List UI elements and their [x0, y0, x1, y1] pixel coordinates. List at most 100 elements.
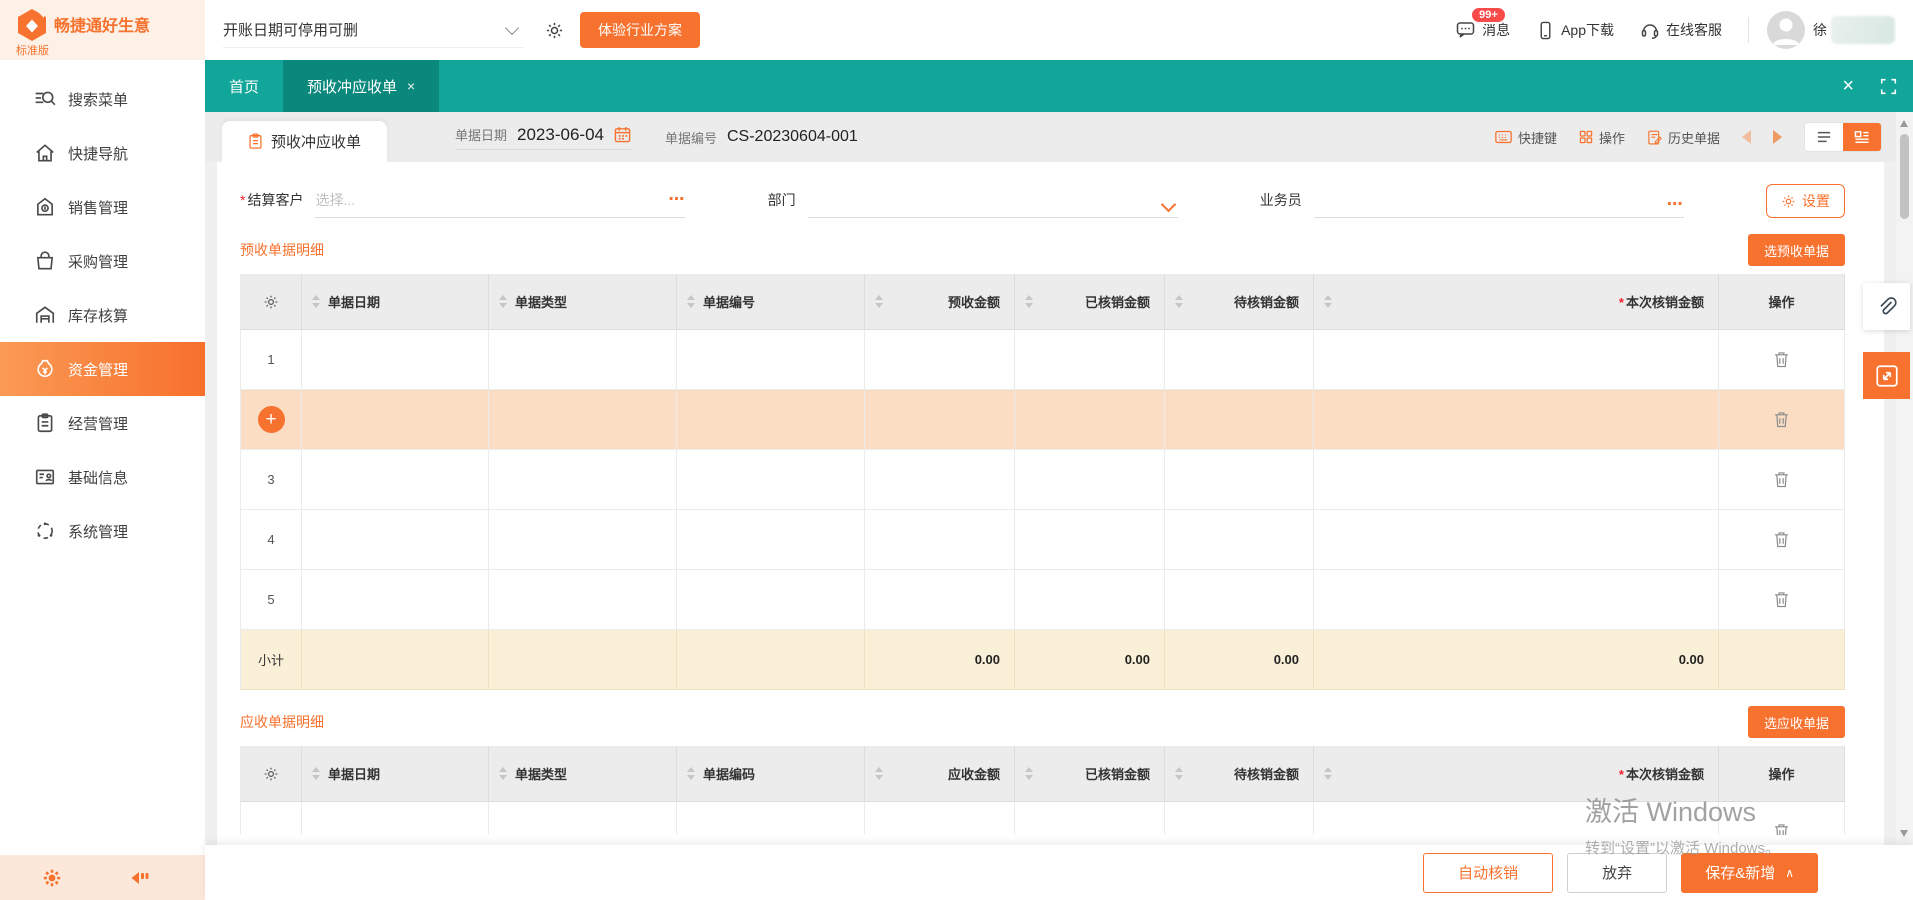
customer-picker-icon[interactable]: ⋯	[668, 195, 685, 205]
cell-doc-type[interactable]	[489, 510, 677, 570]
sort-icons[interactable]	[687, 767, 695, 780]
cell-pending-amount[interactable]	[1165, 390, 1314, 450]
col-doc-no[interactable]: 单据编号	[677, 274, 865, 330]
pick-prepaid-docs-button[interactable]: 选预收单据	[1748, 234, 1845, 266]
sort-icons[interactable]	[1025, 767, 1033, 780]
scroll-up-icon[interactable]	[1900, 120, 1908, 127]
cell-pending-amount[interactable]	[1165, 510, 1314, 570]
cell-current-amount[interactable]	[1314, 510, 1719, 570]
discard-button[interactable]: 放弃	[1567, 853, 1667, 893]
delete-row-icon[interactable]	[1774, 823, 1789, 835]
cell-doc-type[interactable]	[489, 330, 677, 390]
sort-icons[interactable]	[1324, 767, 1332, 780]
cell-current-amount[interactable]	[1314, 390, 1719, 450]
prepaid-row-2-active[interactable]: +	[240, 390, 1845, 450]
topbar-gear-icon[interactable]	[545, 21, 564, 40]
sidebar-item-inventory[interactable]: 库存核算	[0, 288, 205, 342]
pick-receivable-docs-button[interactable]: 选应收单据	[1748, 706, 1845, 738]
cell-pending-amount[interactable]	[1165, 802, 1314, 835]
cell-writtenoff-amount[interactable]	[1015, 450, 1165, 510]
operations-menu-button[interactable]: 操作	[1579, 128, 1625, 147]
expand-panel-button[interactable]	[1863, 352, 1910, 399]
card-view-toggle[interactable]	[1843, 123, 1881, 151]
scrollbar-thumb[interactable]	[1900, 134, 1909, 219]
prepaid-row-4[interactable]: 4	[240, 510, 1845, 570]
prepaid-row-3[interactable]: 3	[240, 450, 1845, 510]
cell-pending-amount[interactable]	[1165, 450, 1314, 510]
column-settings-gear-icon[interactable]	[240, 274, 302, 330]
tab-close-icon[interactable]: ×	[407, 79, 415, 93]
col-doc-date[interactable]: 单据日期	[302, 274, 489, 330]
cell-doc-no[interactable]	[677, 390, 865, 450]
messages-button[interactable]: 消息 99+	[1456, 20, 1510, 40]
cell-doc-date[interactable]	[302, 570, 489, 630]
history-docs-button[interactable]: 历史单据	[1647, 128, 1720, 147]
list-view-toggle[interactable]	[1805, 123, 1843, 151]
auto-writeoff-button[interactable]: 自动核销	[1423, 853, 1553, 893]
vertical-scrollbar[interactable]	[1896, 112, 1913, 845]
col-doc-date[interactable]: 单据日期	[302, 746, 489, 802]
cell-doc-date[interactable]	[302, 802, 489, 835]
delete-row-icon[interactable]	[1774, 411, 1789, 428]
sort-icons[interactable]	[687, 295, 695, 308]
sort-icons[interactable]	[1175, 767, 1183, 780]
cell-prepaid-amount[interactable]	[865, 390, 1015, 450]
attachment-paperclip-button[interactable]	[1863, 283, 1910, 330]
sidebar-item-system[interactable]: 系统管理	[0, 504, 205, 558]
sidebar-settings-gear-icon[interactable]	[42, 868, 62, 888]
sidebar-item-quick-nav[interactable]: 快捷导航	[0, 126, 205, 180]
sidebar-item-operations[interactable]: 经营管理	[0, 396, 205, 450]
cell-doc-date[interactable]	[302, 510, 489, 570]
online-service-button[interactable]: 在线客服	[1640, 20, 1722, 40]
trial-industry-plan-button[interactable]: 体验行业方案	[580, 12, 700, 48]
col-doc-type[interactable]: 单据类型	[489, 746, 677, 802]
cell-prepaid-amount[interactable]	[865, 330, 1015, 390]
cell-prepaid-amount[interactable]	[865, 450, 1015, 510]
salesman-picker-icon[interactable]: ⋯	[1667, 200, 1684, 210]
cell-doc-type[interactable]	[489, 802, 677, 835]
cell-current-amount[interactable]	[1314, 570, 1719, 630]
cell-doc-date[interactable]	[302, 330, 489, 390]
cell-doc-no[interactable]	[677, 570, 865, 630]
sidebar-item-base-info[interactable]: 基础信息	[0, 450, 205, 504]
cell-writtenoff-amount[interactable]	[1015, 330, 1165, 390]
prepaid-row-1[interactable]: 1	[240, 330, 1845, 390]
cell-receivable-amount[interactable]	[865, 802, 1015, 835]
col-doc-code[interactable]: 单据编码	[677, 746, 865, 802]
col-receivable-amount[interactable]: 应收金额	[865, 746, 1015, 802]
avatar[interactable]	[1767, 11, 1805, 49]
salesman-field-input[interactable]: ⋯	[1314, 200, 1684, 218]
col-pending-amount[interactable]: 待核销金额	[1165, 746, 1314, 802]
sort-icons[interactable]	[312, 295, 320, 308]
cell-writtenoff-amount[interactable]	[1015, 390, 1165, 450]
cell-prepaid-amount[interactable]	[865, 570, 1015, 630]
tab-prepaid-writeoff[interactable]: 预收冲应收单 ×	[283, 60, 439, 112]
receivable-row-1[interactable]	[240, 802, 1845, 835]
cell-writtenoff-amount[interactable]	[1015, 570, 1165, 630]
delete-row-icon[interactable]	[1774, 591, 1789, 608]
sort-icons[interactable]	[1025, 295, 1033, 308]
col-current-writeoff-amount[interactable]: *本次核销金额	[1314, 746, 1719, 802]
cell-pending-amount[interactable]	[1165, 330, 1314, 390]
sidebar-collapse-icon[interactable]	[128, 868, 150, 888]
cell-writtenoff-amount[interactable]	[1015, 802, 1165, 835]
cell-doc-no[interactable]	[677, 330, 865, 390]
col-doc-type[interactable]: 单据类型	[489, 274, 677, 330]
app-download-button[interactable]: App下载	[1536, 20, 1614, 40]
cell-current-amount[interactable]	[1314, 802, 1719, 835]
save-and-new-button[interactable]: 保存&新增 ∧	[1681, 853, 1818, 893]
cell-doc-no[interactable]	[677, 510, 865, 570]
add-row-button[interactable]: +	[258, 406, 285, 433]
cell-doc-type[interactable]	[489, 570, 677, 630]
scroll-down-icon[interactable]	[1900, 830, 1908, 837]
sort-icons[interactable]	[499, 767, 507, 780]
sidebar-item-sales[interactable]: 销售管理	[0, 180, 205, 234]
save-options-caret-icon[interactable]: ∧	[1785, 866, 1794, 880]
field-settings-button[interactable]: 设置	[1766, 184, 1845, 218]
account-period-select[interactable]: 开账日期可停用可删	[223, 13, 523, 48]
customer-field-input[interactable]: 选择... ⋯	[315, 190, 685, 218]
document-date-value[interactable]: 2023-06-04	[517, 125, 604, 145]
col-current-writeoff-amount[interactable]: *本次核销金额	[1314, 274, 1719, 330]
prev-document-icon[interactable]	[1742, 130, 1751, 144]
col-prepaid-amount[interactable]: 预收金额	[865, 274, 1015, 330]
